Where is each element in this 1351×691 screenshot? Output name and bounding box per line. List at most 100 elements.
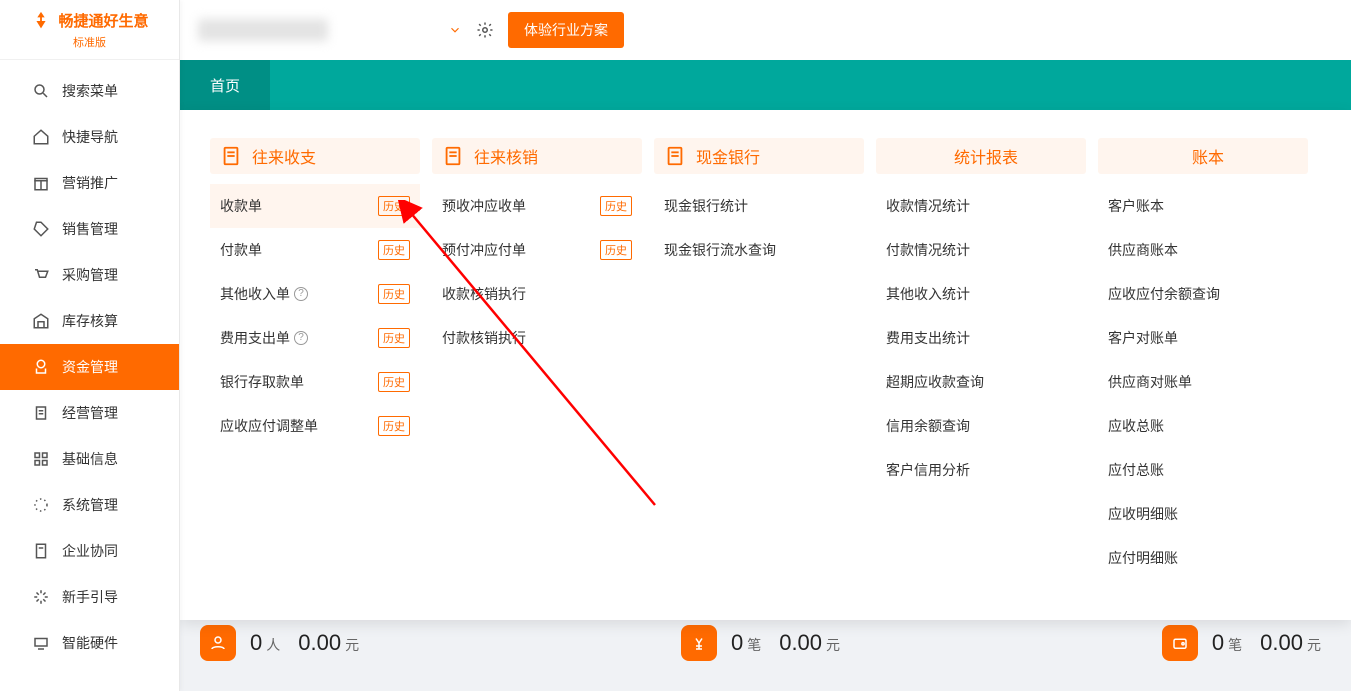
history-tag[interactable]: 历史: [600, 196, 632, 216]
sidebar-item-system[interactable]: 系统管理: [0, 482, 179, 528]
mega-item[interactable]: 供应商账本: [1098, 228, 1308, 272]
gear-icon[interactable]: [476, 21, 494, 39]
sidebar-item-label: 新手引导: [62, 587, 118, 607]
grid-icon: [32, 450, 50, 468]
mega-column-header: 往来收支: [210, 138, 420, 174]
mega-item[interactable]: 预付冲应付单历史: [432, 228, 642, 272]
history-tag[interactable]: 历史: [378, 196, 410, 216]
mega-item[interactable]: 应收应付调整单 历史: [210, 404, 420, 448]
mega-item[interactable]: 预收冲应收单 历史: [432, 184, 642, 228]
sidebar-item-inventory[interactable]: 库存核算: [0, 298, 179, 344]
doc-icon: [664, 145, 686, 167]
mega-item[interactable]: 应付明细账: [1098, 536, 1308, 580]
mega-menu-panel: 往来收支收款单历史付款单历史其他收入单?历史费用支出单?历史银行存取款单历史应收…: [180, 110, 1351, 620]
mega-item-label: 应收应付调整单: [220, 416, 318, 436]
sidebar-item-business[interactable]: 经营管理: [0, 390, 179, 436]
mega-item[interactable]: 应收应付余额查询: [1098, 272, 1308, 316]
sidebar-item-label: 经营管理: [62, 403, 118, 423]
sidebar-item-label: 基础信息: [62, 449, 118, 469]
chevron-down-icon: [448, 23, 462, 37]
sidebar-item-label: 库存核算: [62, 311, 118, 331]
sidebar-item-sales[interactable]: 销售管理: [0, 206, 179, 252]
mega-column-title: 往来收支: [252, 144, 316, 168]
sidebar-item-label: 智能硬件: [62, 633, 118, 653]
mega-item-label: 供应商对账单: [1108, 372, 1192, 392]
stat-unit: 元: [1307, 635, 1321, 655]
doc-icon: [220, 145, 242, 167]
top-bar: 体验行业方案: [180, 0, 1351, 60]
mega-item[interactable]: 供应商对账单: [1098, 360, 1308, 404]
mega-item[interactable]: 收款情况统计: [876, 184, 1086, 228]
mega-item[interactable]: 费用支出统计: [876, 316, 1086, 360]
sidebar-item-marketing[interactable]: 营销推广: [0, 160, 179, 206]
search-icon: [32, 82, 50, 100]
clipboard-icon: [32, 404, 50, 422]
tv-icon: [32, 634, 50, 652]
help-icon[interactable]: ?: [294, 287, 308, 301]
mega-column-header: 统计报表: [876, 138, 1086, 174]
mega-item[interactable]: 客户账本: [1098, 184, 1308, 228]
warehouse-icon: [32, 312, 50, 330]
history-tag[interactable]: 历史: [378, 372, 410, 392]
tab-home[interactable]: 首页: [180, 60, 270, 110]
mega-item-label: 收款情况统计: [886, 196, 970, 216]
loading-icon: [32, 496, 50, 514]
mega-item[interactable]: 其他收入单? 历史: [210, 272, 420, 316]
stat-count: 0: [1212, 630, 1224, 656]
mega-item-label: 应收应付余额查询: [1108, 284, 1220, 304]
mega-item[interactable]: 应收总账: [1098, 404, 1308, 448]
mega-column-title: 往来核销: [474, 144, 538, 168]
mega-item[interactable]: 收款单历史: [210, 184, 420, 228]
mega-column: 现金银行现金银行统计现金银行流水查询: [654, 138, 864, 580]
try-industry-button[interactable]: 体验行业方案: [508, 12, 624, 48]
sidebar-item-quicknav[interactable]: 快捷导航: [0, 114, 179, 160]
mega-item[interactable]: 客户信用分析: [876, 448, 1086, 492]
org-selector[interactable]: [198, 19, 462, 41]
mega-item-label: 现金银行流水查询: [664, 240, 776, 260]
user-stat-icon: [200, 625, 236, 661]
mega-item-label: 费用支出单?: [220, 328, 308, 348]
mega-item-label: 其他收入单?: [220, 284, 308, 304]
sidebar-item-search[interactable]: 搜索菜单: [0, 68, 179, 114]
mega-item[interactable]: 现金银行统计: [654, 184, 864, 228]
mega-item[interactable]: 客户对账单: [1098, 316, 1308, 360]
mega-item-label: 应付总账: [1108, 460, 1164, 480]
mega-item[interactable]: 收款核销执行: [432, 272, 642, 316]
mega-item[interactable]: 付款情况统计: [876, 228, 1086, 272]
mega-column: 统计报表收款情况统计付款情况统计其他收入统计费用支出统计超期应收款查询信用余额查…: [876, 138, 1086, 580]
history-tag[interactable]: 历史: [600, 240, 632, 260]
mega-item[interactable]: 付款单历史: [210, 228, 420, 272]
mega-item[interactable]: 信用余额查询: [876, 404, 1086, 448]
sidebar-item-basics[interactable]: 基础信息: [0, 436, 179, 482]
history-tag[interactable]: 历史: [378, 328, 410, 348]
mega-item[interactable]: 其他收入统计: [876, 272, 1086, 316]
gift-icon: [32, 174, 50, 192]
sidebar-item-funds[interactable]: 资金管理: [0, 344, 179, 390]
sidebar: 畅捷通好生意 标准版 搜索菜单 快捷导航 营销推广 销售管理 采购管理 库存核算: [0, 0, 180, 691]
sidebar-item-guide[interactable]: 新手引导: [0, 574, 179, 620]
mega-column-title: 账本: [1192, 144, 1224, 168]
mega-item-label: 信用余额查询: [886, 416, 970, 436]
mega-item-label: 预收冲应收单: [442, 196, 526, 216]
sidebar-item-hardware[interactable]: 智能硬件: [0, 620, 179, 666]
sidebar-item-label: 系统管理: [62, 495, 118, 515]
mega-item[interactable]: 超期应收款查询: [876, 360, 1086, 404]
mega-item[interactable]: 付款核销执行: [432, 316, 642, 360]
mega-item[interactable]: 应收明细账: [1098, 492, 1308, 536]
stat-amount: 0.00: [1260, 630, 1303, 656]
doc-icon: [32, 542, 50, 560]
mega-item[interactable]: 现金银行流水查询: [654, 228, 864, 272]
history-tag[interactable]: 历史: [378, 284, 410, 304]
stat-card-payments: 0笔0.00元: [1162, 625, 1321, 661]
sidebar-item-purchase[interactable]: 采购管理: [0, 252, 179, 298]
mega-item[interactable]: 应付总账: [1098, 448, 1308, 492]
history-tag[interactable]: 历史: [378, 416, 410, 436]
help-icon[interactable]: ?: [294, 331, 308, 345]
mega-item[interactable]: 银行存取款单历史: [210, 360, 420, 404]
history-tag[interactable]: 历史: [378, 240, 410, 260]
mega-column: 账本客户账本供应商账本应收应付余额查询客户对账单供应商对账单应收总账应付总账应收…: [1098, 138, 1308, 580]
stat-count: 0: [250, 630, 262, 656]
sidebar-item-collab[interactable]: 企业协同: [0, 528, 179, 574]
doc-icon: [442, 145, 464, 167]
mega-item[interactable]: 费用支出单? 历史: [210, 316, 420, 360]
